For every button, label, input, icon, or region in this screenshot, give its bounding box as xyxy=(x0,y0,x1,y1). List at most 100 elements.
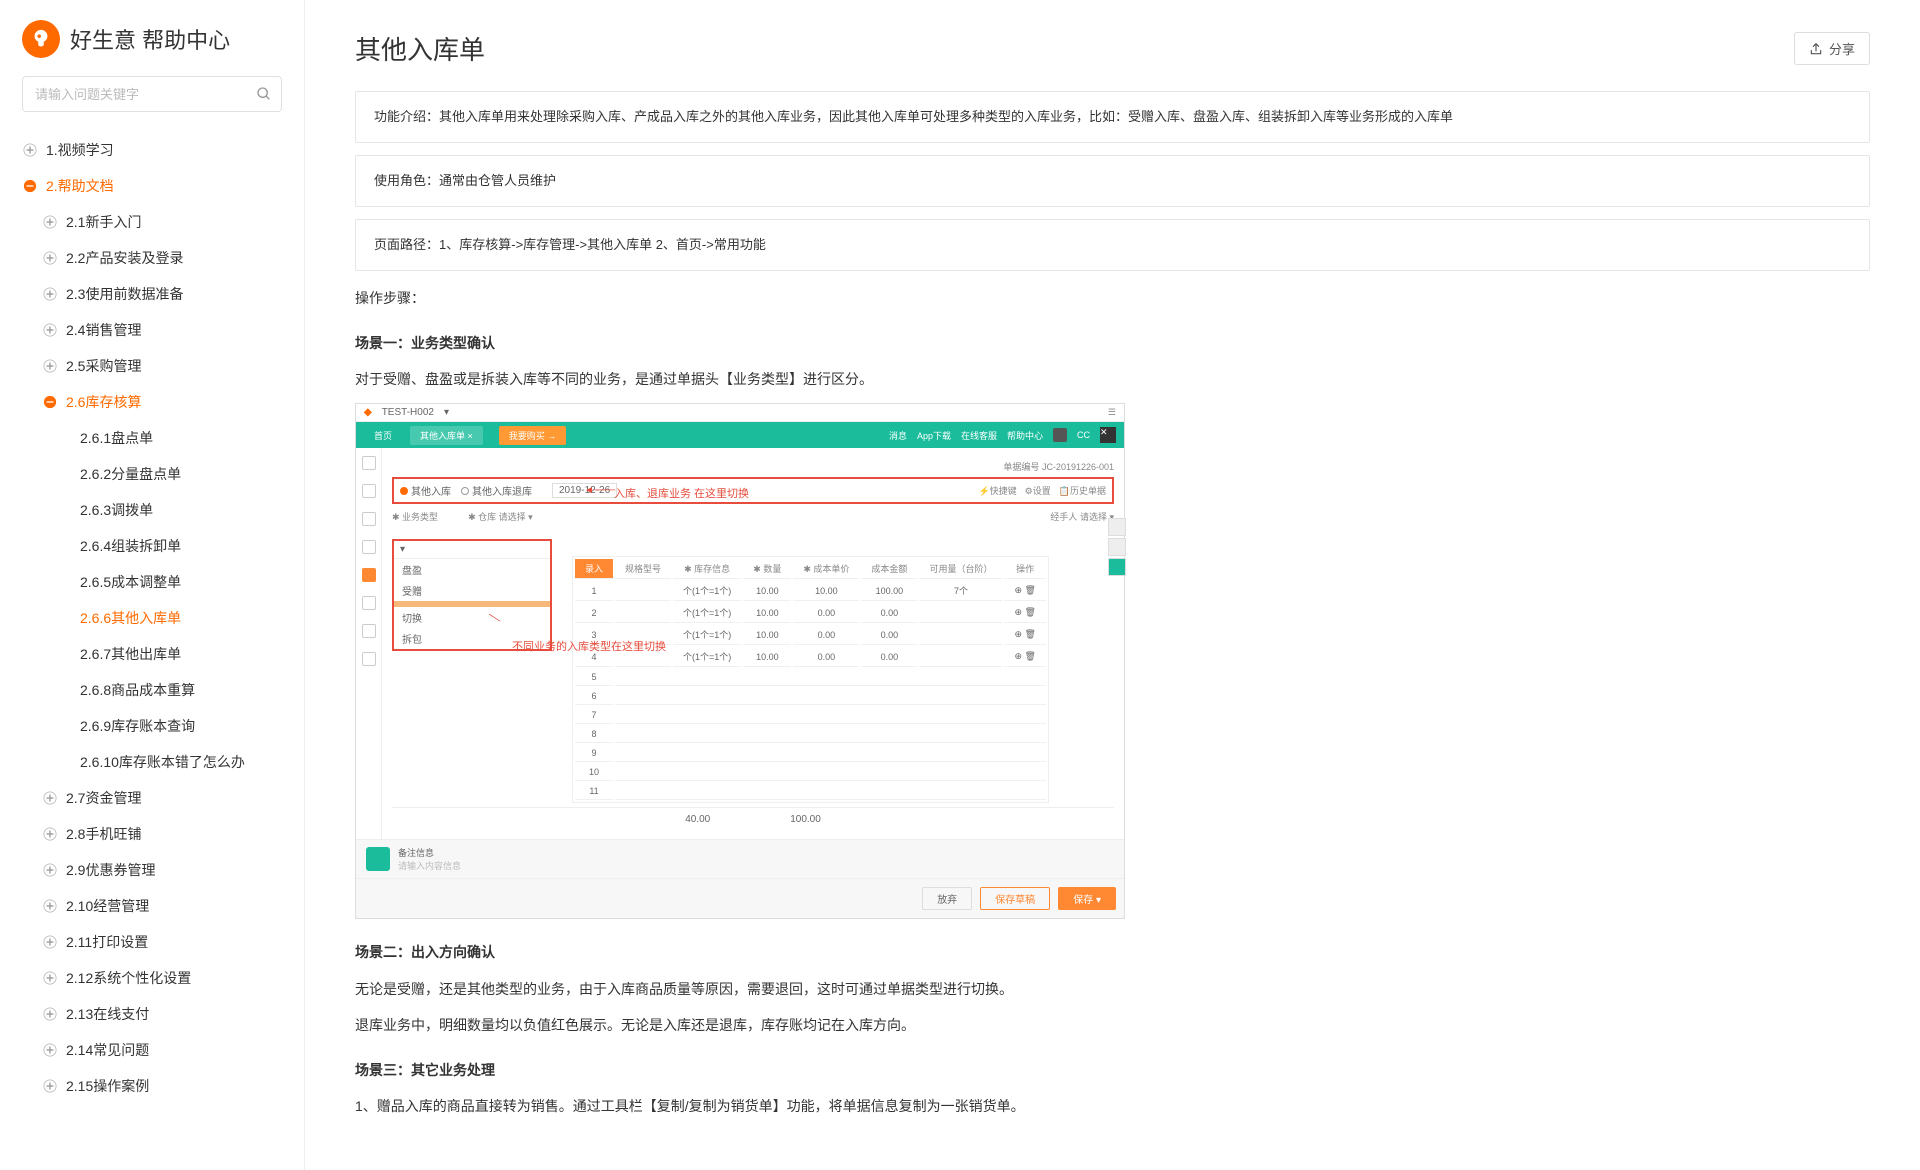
plus-icon xyxy=(42,970,58,986)
ss-dropdown: ▾ 盘盈 受赠 切换 拆包 xyxy=(392,539,552,651)
ss-right-tools xyxy=(1108,518,1126,576)
nav-item-19[interactable]: 2.8手机旺铺 xyxy=(22,816,282,852)
nav-item-14[interactable]: 2.6.7其他出库单 xyxy=(22,636,282,672)
scene1-title: 场景一：业务类型确认 xyxy=(355,330,1870,357)
plus-icon xyxy=(42,790,58,806)
nav-label: 2.1新手入门 xyxy=(66,212,141,232)
nav-item-16[interactable]: 2.6.9库存账本查询 xyxy=(22,708,282,744)
nav-item-7[interactable]: 2.6库存核算 xyxy=(22,384,282,420)
plus-icon xyxy=(22,142,38,158)
path-label: 页面路径： xyxy=(374,237,439,252)
search-wrap xyxy=(22,76,282,112)
embedded-screenshot: ◆ TEST-H002 ▾ ☰ 首页 其他入库单 × 我要购买 → 消息 App… xyxy=(355,403,1125,919)
nav-item-18[interactable]: 2.7资金管理 xyxy=(22,780,282,816)
plus-icon xyxy=(42,934,58,950)
ss-btn-cancel: 放弃 xyxy=(922,887,972,910)
nav-label: 2.6.5成本调整单 xyxy=(80,572,181,592)
nav-label: 2.6.10库存账本错了怎么办 xyxy=(80,752,245,772)
nav-label: 2.9优惠券管理 xyxy=(66,860,155,880)
nav-item-12[interactable]: 2.6.5成本调整单 xyxy=(22,564,282,600)
share-icon xyxy=(1809,42,1823,56)
nav-label: 2.6.3调拨单 xyxy=(80,500,153,520)
nav-label: 2.4销售管理 xyxy=(66,320,141,340)
nav-item-11[interactable]: 2.6.4组装拆卸单 xyxy=(22,528,282,564)
nav-label: 2.3使用前数据准备 xyxy=(66,284,183,304)
minus-icon xyxy=(42,394,58,410)
role-box: 使用角色：通常由仓管人员维护 xyxy=(355,155,1870,207)
table-row: 2个(1个=1个)10.000.000.00⊕ 🗑 xyxy=(575,603,1046,623)
search-input[interactable] xyxy=(22,76,282,112)
nav-label: 2.13在线支付 xyxy=(66,1004,149,1024)
plus-icon xyxy=(42,898,58,914)
nav-label: 2.6.6其他入库单 xyxy=(80,608,181,628)
nav-label: 2.6.4组装拆卸单 xyxy=(80,536,181,556)
page-title: 其他入库单 xyxy=(355,30,485,67)
nav-label: 2.8手机旺铺 xyxy=(66,824,141,844)
share-button[interactable]: 分享 xyxy=(1794,32,1870,65)
ss-memo-icon xyxy=(366,847,390,871)
nav-item-10[interactable]: 2.6.3调拨单 xyxy=(22,492,282,528)
scene2-p2: 退库业务中，明细数量均以负值红色展示。无论是入库还是退库，库存账均记在入库方向。 xyxy=(355,1012,1870,1039)
nav-item-23[interactable]: 2.12系统个性化设置 xyxy=(22,960,282,996)
role-label: 使用角色： xyxy=(374,173,439,188)
nav-item-26[interactable]: 2.15操作案例 xyxy=(22,1068,282,1104)
search-icon xyxy=(256,86,272,102)
nav-label: 2.6.9库存账本查询 xyxy=(80,716,195,736)
nav-item-1[interactable]: 2.帮助文档 xyxy=(22,168,282,204)
nav-item-8[interactable]: 2.6.1盘点单 xyxy=(22,420,282,456)
nav-item-24[interactable]: 2.13在线支付 xyxy=(22,996,282,1032)
ss-tab-home: 首页 xyxy=(364,426,402,445)
intro-box: 功能介绍：其他入库单用来处理除采购入库、产成品入库之外的其他入库业务，因此其他入… xyxy=(355,91,1870,143)
logo-icon xyxy=(22,20,60,58)
nav-label: 2.7资金管理 xyxy=(66,788,141,808)
nav-item-17[interactable]: 2.6.10库存账本错了怎么办 xyxy=(22,744,282,780)
table-row: 1个(1个=1个)10.0010.00100.007个⊕ 🗑 xyxy=(575,581,1046,601)
intro-label: 功能介绍： xyxy=(374,109,439,124)
plus-icon xyxy=(42,286,58,302)
nav-item-20[interactable]: 2.9优惠券管理 xyxy=(22,852,282,888)
nav-label: 2.6.7其他出库单 xyxy=(80,644,181,664)
nav-item-4[interactable]: 2.3使用前数据准备 xyxy=(22,276,282,312)
nav-item-13[interactable]: 2.6.6其他入库单 xyxy=(22,600,282,636)
nav-item-25[interactable]: 2.14常见问题 xyxy=(22,1032,282,1068)
plus-icon xyxy=(42,826,58,842)
plus-icon xyxy=(42,862,58,878)
ss-avatar-icon xyxy=(1053,428,1067,442)
site-title: 好生意 帮助中心 xyxy=(70,23,230,55)
nav-item-9[interactable]: 2.6.2分量盘点单 xyxy=(22,456,282,492)
nav-item-3[interactable]: 2.2产品安装及登录 xyxy=(22,240,282,276)
nav-tree: 1.视频学习 2.帮助文档 2.1新手入门 2.2产品安装及登录 2.3使用前数据准备 2… xyxy=(22,132,282,1104)
plus-icon xyxy=(42,358,58,374)
nav-label: 2.6.2分量盘点单 xyxy=(80,464,181,484)
nav-item-6[interactable]: 2.5采购管理 xyxy=(22,348,282,384)
main-content: 其他入库单 分享 功能介绍：其他入库单用来处理除采购入库、产成品入库之外的其他入… xyxy=(305,0,1920,1170)
plus-icon xyxy=(42,250,58,266)
intro-text: 其他入库单用来处理除采购入库、产成品入库之外的其他入库业务，因此其他入库单可处理… xyxy=(439,109,1453,124)
site-logo-row: 好生意 帮助中心 xyxy=(22,20,282,58)
nav-item-21[interactable]: 2.10经营管理 xyxy=(22,888,282,924)
nav-label: 2.15操作案例 xyxy=(66,1076,149,1096)
ss-note2: 不同业务的入库类型在这里切换 xyxy=(512,638,666,654)
nav-item-0[interactable]: 1.视频学习 xyxy=(22,132,282,168)
nav-label: 2.5采购管理 xyxy=(66,356,141,376)
role-text: 通常由仓管人员维护 xyxy=(439,173,556,188)
nav-item-2[interactable]: 2.1新手入门 xyxy=(22,204,282,240)
nav-label: 2.6.8商品成本重算 xyxy=(80,680,195,700)
scene1-text: 对于受赠、盘盈或是拆装入库等不同的业务，是通过单据头【业务类型】进行区分。 xyxy=(355,366,1870,393)
ss-btn-draft: 保存草稿 xyxy=(980,887,1050,910)
nav-item-5[interactable]: 2.4销售管理 xyxy=(22,312,282,348)
steps-label: 操作步骤： xyxy=(355,285,1870,312)
sidebar: 好生意 帮助中心 1.视频学习 2.帮助文档 2.1新手入门 2.2产品安装及登录 2.… xyxy=(0,0,305,1170)
ss-btn-save: 保存 ▾ xyxy=(1058,887,1116,910)
nav-label: 2.14常见问题 xyxy=(66,1040,149,1060)
nav-label: 2.6库存核算 xyxy=(66,392,141,412)
nav-label: 2.2产品安装及登录 xyxy=(66,248,183,268)
scene2-p1: 无论是受赠，还是其他类型的业务，由于入库商品质量等原因，需要退回，这时可通过单据… xyxy=(355,976,1870,1003)
nav-item-15[interactable]: 2.6.8商品成本重算 xyxy=(22,672,282,708)
ss-buy-btn: 我要购买 → xyxy=(499,426,567,445)
ss-type-row: 其他入库 其他入库退库 2019-12-26 入库、退库业务 在这里切换 ◄──… xyxy=(392,477,1114,504)
nav-label: 2.12系统个性化设置 xyxy=(66,968,191,988)
nav-label: 2.帮助文档 xyxy=(46,176,114,196)
nav-item-22[interactable]: 2.11打印设置 xyxy=(22,924,282,960)
ss-note1: 入库、退库业务 在这里切换 xyxy=(614,485,749,501)
